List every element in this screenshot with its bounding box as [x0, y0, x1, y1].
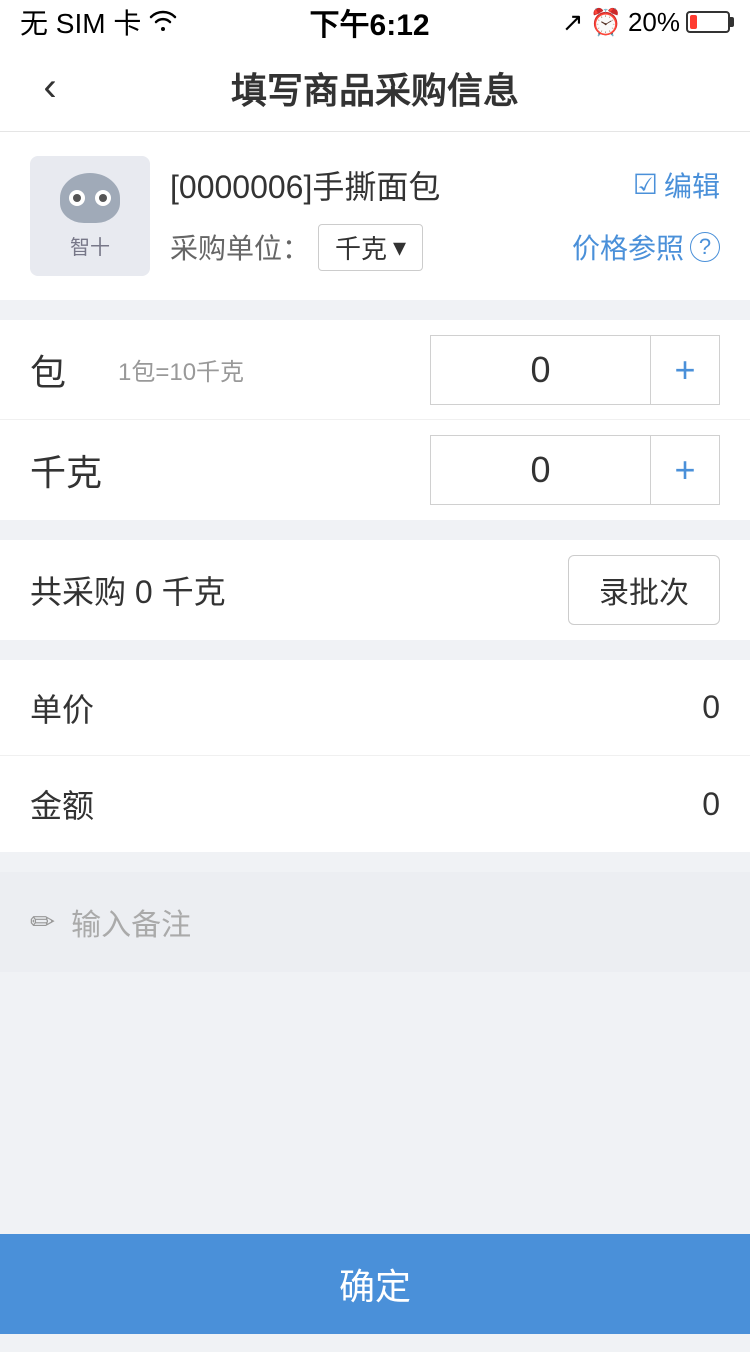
- plus-icon-kg: +: [674, 449, 695, 491]
- qty-row-kg: 千克 0 +: [0, 420, 750, 520]
- qty-input-kg[interactable]: 0: [430, 435, 650, 505]
- amount-value: 0: [702, 786, 720, 823]
- battery-percent: 20%: [628, 7, 680, 38]
- plus-icon-bao: +: [674, 349, 695, 391]
- price-ref-button[interactable]: 价格参照 ?: [572, 227, 720, 267]
- unit-price-value: 0: [702, 689, 720, 726]
- qty-input-wrap-bao: 0 +: [430, 335, 720, 405]
- content-spacer: [0, 972, 750, 1252]
- edit-button[interactable]: ☑ 编辑: [633, 165, 720, 205]
- product-full-name: [0000006]手撕面包: [170, 162, 440, 208]
- dropdown-icon: ▾: [393, 232, 406, 263]
- qty-plus-bao[interactable]: +: [650, 335, 720, 405]
- price-section: 单价 0 金额 0: [0, 660, 750, 852]
- divider-3: [0, 640, 750, 660]
- unit-price-label: 单价: [30, 685, 94, 731]
- pencil-icon: ✏: [30, 905, 55, 940]
- status-time: 下午6:12: [310, 0, 430, 44]
- price-row-unit: 单价 0: [0, 660, 750, 756]
- divider-1: [0, 300, 750, 320]
- amount-label: 金额: [30, 781, 94, 827]
- record-batch-button[interactable]: 录批次: [568, 555, 720, 625]
- quantity-section: 包 1包=10千克 0 + 千克 0 +: [0, 320, 750, 520]
- qty-input-bao[interactable]: 0: [430, 335, 650, 405]
- page-title: 填写商品采购信息: [231, 62, 519, 114]
- owl-label: 智十: [70, 231, 110, 260]
- back-chevron-icon: ‹: [43, 65, 56, 110]
- edit-icon: ☑: [633, 168, 658, 201]
- divider-2: [0, 520, 750, 540]
- sim-label: 无 SIM 卡: [20, 2, 141, 42]
- total-section: 共采购 0 千克 录批次: [0, 540, 750, 640]
- alarm-icon: ⏰: [590, 7, 622, 38]
- edit-label: 编辑: [664, 165, 720, 205]
- status-left: 无 SIM 卡: [20, 2, 177, 42]
- unit-select[interactable]: 千克 ▾: [318, 224, 423, 271]
- notes-placeholder: 输入备注: [71, 900, 191, 944]
- product-card: 智十 [0000006]手撕面包 ☑ 编辑 采购单位： 千克 ▾: [0, 132, 750, 300]
- battery-icon: [686, 11, 730, 33]
- notes-section[interactable]: ✏ 输入备注: [0, 872, 750, 972]
- qty-input-wrap-kg: 0 +: [430, 435, 720, 505]
- product-image: 智十: [30, 156, 150, 276]
- product-info: [0000006]手撕面包 ☑ 编辑 采购单位： 千克 ▾ 价格参照 ?: [170, 162, 720, 271]
- price-row-amount: 金额 0: [0, 756, 750, 852]
- qty-row-bao: 包 1包=10千克 0 +: [0, 320, 750, 420]
- qty-label-kg: 千克: [30, 444, 110, 496]
- wifi-icon: [149, 6, 177, 38]
- unit-label: 采购单位： 千克 ▾: [170, 224, 423, 271]
- nav-bar: ‹ 填写商品采购信息: [0, 44, 750, 132]
- product-logo: 智十: [60, 173, 120, 260]
- qty-plus-kg[interactable]: +: [650, 435, 720, 505]
- total-label: 共采购 0 千克: [30, 567, 226, 613]
- qty-sublabel-bao: 1包=10千克: [118, 352, 244, 387]
- unit-row: 采购单位： 千克 ▾ 价格参照 ?: [170, 224, 720, 271]
- status-bar: 无 SIM 卡 下午6:12 ↗ ⏰ 20%: [0, 0, 750, 44]
- help-icon: ?: [690, 232, 720, 262]
- back-button[interactable]: ‹: [20, 58, 80, 118]
- location-icon: ↗: [562, 7, 584, 38]
- confirm-button[interactable]: 确定: [0, 1234, 750, 1334]
- status-right: ↗ ⏰ 20%: [562, 7, 730, 38]
- page-wrapper: 无 SIM 卡 下午6:12 ↗ ⏰ 20% ‹ 填写商品采购信息: [0, 0, 750, 1352]
- product-name-row: [0000006]手撕面包 ☑ 编辑: [170, 162, 720, 208]
- qty-label-bao: 包: [30, 344, 110, 396]
